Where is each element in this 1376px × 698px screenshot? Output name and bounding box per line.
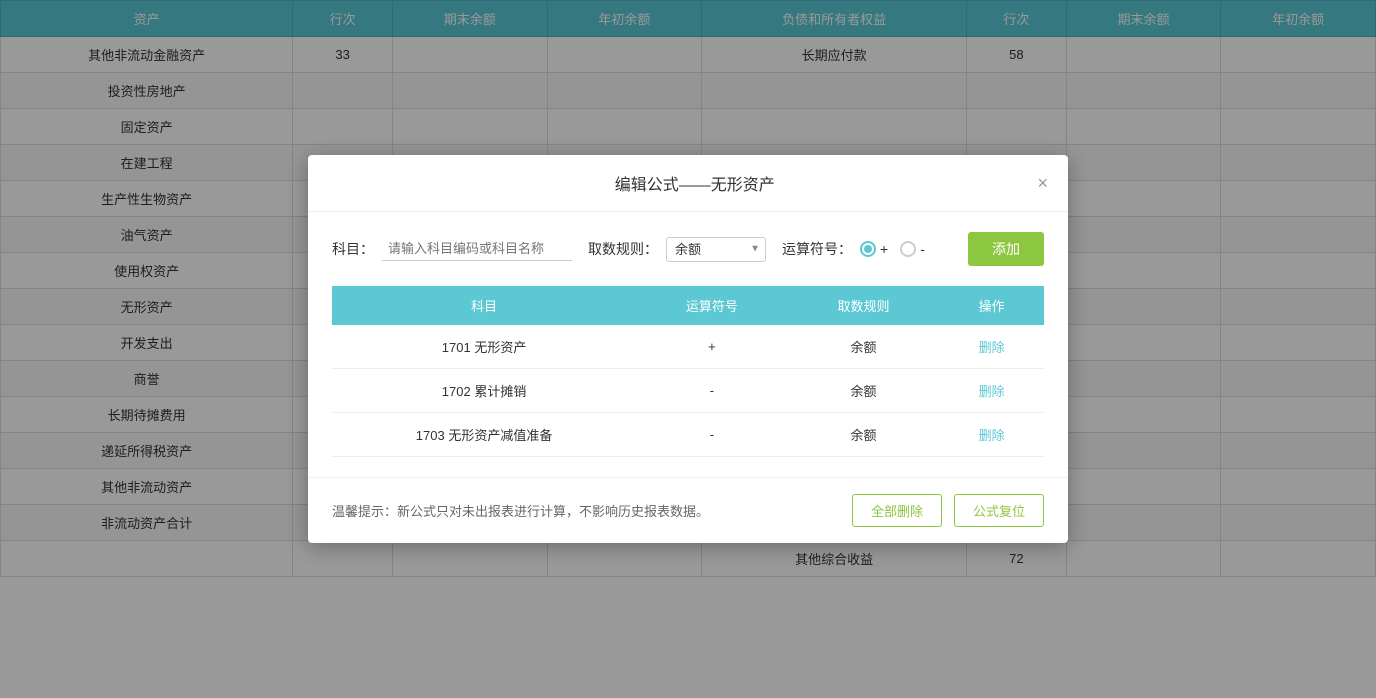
delete-button-2[interactable]: 删除 (979, 381, 1005, 400)
operator-minus-radio[interactable]: - (900, 241, 925, 257)
row1-operator: + (636, 325, 788, 369)
reset-formula-button[interactable]: 公式复位 (954, 494, 1044, 527)
subject-input[interactable] (382, 237, 572, 261)
operator-minus-label: - (920, 241, 925, 257)
formula-table: 科目 运算符号 取数规则 操作 1701 无形资产 + 余额 删除 (332, 286, 1044, 457)
row1-subject: 1701 无形资产 (332, 325, 636, 369)
delete-button-1[interactable]: 删除 (979, 337, 1005, 356)
row1-action: 删除 (939, 325, 1044, 369)
radio-circle-plus (860, 241, 876, 257)
radio-circle-minus (900, 241, 916, 257)
modal-dialog: 编辑公式——无形资产 × 科目： 取数规则： 余额 借方发生额 (308, 155, 1068, 543)
rule-field: 取数规则： 余额 借方发生额 贷方发生额 ▼ (588, 237, 766, 262)
add-button[interactable]: 添加 (968, 232, 1044, 266)
delete-all-button[interactable]: 全部删除 (852, 494, 942, 527)
row2-rule: 余额 (788, 369, 940, 413)
hint-text: 温馨提示：新公式只对未出报表进行计算，不影响历史报表数据。 (332, 501, 709, 520)
table-header-subject: 科目 (332, 286, 636, 325)
rule-label: 取数规则： (588, 239, 658, 259)
modal-body: 科目： 取数规则： 余额 借方发生额 贷方发生额 ▼ 运算 (308, 212, 1068, 477)
modal-title: 编辑公式——无形资产 (352, 171, 1037, 195)
row2-operator: - (636, 369, 788, 413)
row3-action: 删除 (939, 413, 1044, 457)
operator-label: 运算符号： (782, 239, 852, 259)
table-header-rule: 取数规则 (788, 286, 940, 325)
modal-footer: 温馨提示：新公式只对未出报表进行计算，不影响历史报表数据。 全部删除 公式复位 (308, 477, 1068, 543)
modal-header: 编辑公式——无形资产 × (308, 155, 1068, 212)
rule-select[interactable]: 余额 借方发生额 贷方发生额 (666, 237, 766, 262)
row3-subject: 1703 无形资产减值准备 (332, 413, 636, 457)
footer-buttons: 全部删除 公式复位 (852, 494, 1044, 527)
row3-operator: - (636, 413, 788, 457)
operator-plus-label: + (880, 241, 888, 257)
subject-field: 科目： (332, 237, 572, 261)
table-row: 1703 无形资产减值准备 - 余额 删除 (332, 413, 1044, 457)
row2-action: 删除 (939, 369, 1044, 413)
operator-radio-group: + - (860, 241, 925, 257)
table-row: 1701 无形资产 + 余额 删除 (332, 325, 1044, 369)
row1-rule: 余额 (788, 325, 940, 369)
modal-close-button[interactable]: × (1037, 174, 1048, 192)
operator-field: 运算符号： + - (782, 239, 925, 259)
subject-label: 科目： (332, 239, 374, 259)
row3-rule: 余额 (788, 413, 940, 457)
row2-subject: 1702 累计摊销 (332, 369, 636, 413)
table-header-operator: 运算符号 (636, 286, 788, 325)
formula-form: 科目： 取数规则： 余额 借方发生额 贷方发生额 ▼ 运算 (332, 232, 1044, 266)
modal-overlay: 编辑公式——无形资产 × 科目： 取数规则： 余额 借方发生额 (0, 0, 1376, 698)
rule-select-wrap: 余额 借方发生额 贷方发生额 ▼ (666, 237, 766, 262)
table-header-action: 操作 (939, 286, 1044, 325)
operator-plus-radio[interactable]: + (860, 241, 888, 257)
delete-button-3[interactable]: 删除 (979, 425, 1005, 444)
table-row: 1702 累计摊销 - 余额 删除 (332, 369, 1044, 413)
